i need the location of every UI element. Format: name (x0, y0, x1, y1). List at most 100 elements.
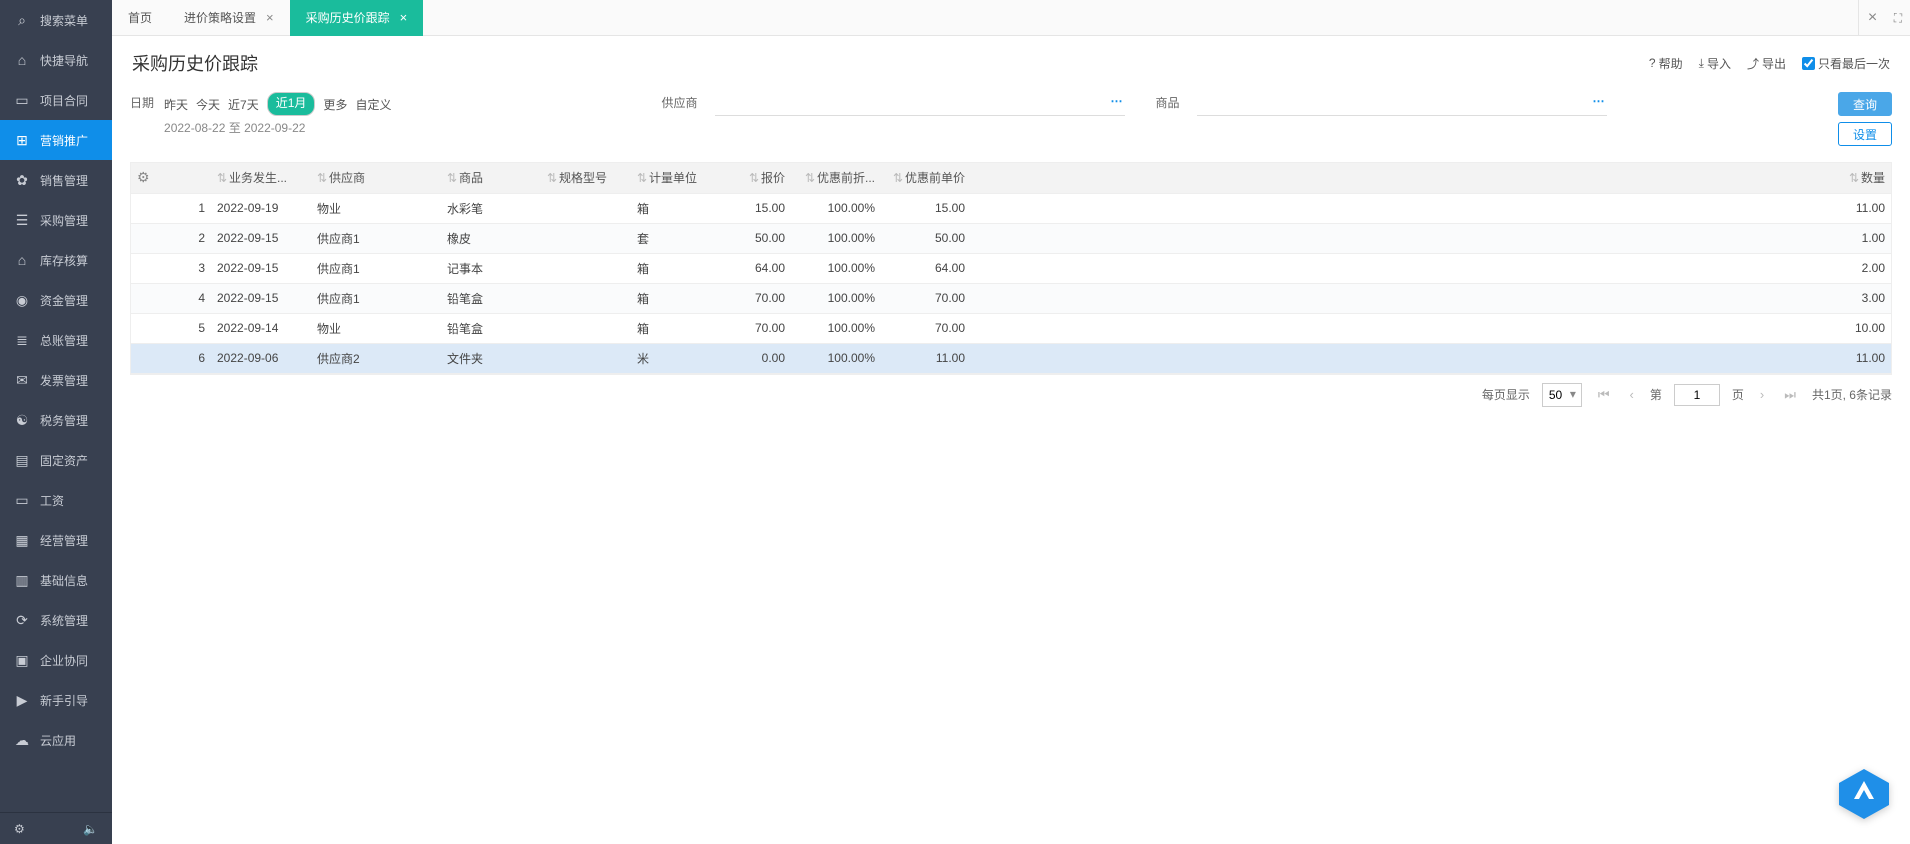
table-row[interactable]: 52022-09-14物业铅笔盒箱70.00100.00%70.0010.00 (131, 313, 1891, 343)
col-product[interactable]: ⇅商品 (441, 163, 541, 193)
sidebar-item-5[interactable]: ☰采购管理 (0, 200, 112, 240)
col-unit[interactable]: ⇅计量单位 (631, 163, 711, 193)
cell-unit: 箱 (631, 283, 711, 313)
col-price[interactable]: ⇅报价 (711, 163, 791, 193)
sort-icon[interactable]: ⇅ (317, 171, 325, 185)
table-settings-icon[interactable]: ⚙ (137, 169, 150, 185)
sound-icon[interactable]: 🔈 (83, 822, 98, 836)
cell-unit: 套 (631, 223, 711, 253)
fullscreen-icon[interactable]: ⛶ (1886, 0, 1910, 36)
only-last-checkbox[interactable]: 只看最后一次 (1802, 55, 1890, 72)
import-icon: ⤓ (1699, 56, 1704, 71)
sidebar-item-label: 固定资产 (40, 452, 88, 469)
col-gap[interactable] (971, 163, 1831, 193)
per-page-select[interactable]: 50 (1542, 383, 1582, 407)
sidebar-item-0[interactable]: ⌕搜索菜单 (0, 0, 112, 40)
page-input[interactable] (1674, 384, 1720, 406)
sidebar-item-1[interactable]: ⌂快捷导航 (0, 40, 112, 80)
sidebar-item-15[interactable]: ⟳系统管理 (0, 600, 112, 640)
cell-gap (971, 223, 1831, 253)
col-date[interactable]: ⇅业务发生... (211, 163, 311, 193)
cell-idx: 6 (171, 343, 211, 373)
date-option-1[interactable]: 今天 (196, 96, 220, 113)
sort-icon[interactable]: ⇅ (547, 171, 555, 185)
sidebar-item-11[interactable]: ▤固定资产 (0, 440, 112, 480)
sidebar-item-icon: ▶ (14, 692, 30, 708)
cell-gap (971, 193, 1831, 223)
table-row[interactable]: 42022-09-15供应商1铅笔盒箱70.00100.00%70.003.00 (131, 283, 1891, 313)
sidebar-item-10[interactable]: ☯税务管理 (0, 400, 112, 440)
cell-price: 0.00 (711, 343, 791, 373)
sidebar-item-13[interactable]: ▦经营管理 (0, 520, 112, 560)
export-link[interactable]: ⤴导出 (1747, 55, 1786, 72)
sidebar-item-17[interactable]: ▶新手引导 (0, 680, 112, 720)
sidebar-item-2[interactable]: ▭项目合同 (0, 80, 112, 120)
date-option-2[interactable]: 近7天 (228, 96, 259, 113)
sidebar-item-icon: ◉ (14, 292, 30, 308)
tab-2[interactable]: 采购历史价跟踪 (290, 0, 424, 36)
sidebar-item-4[interactable]: ✿销售管理 (0, 160, 112, 200)
page-next-icon[interactable]: › (1756, 387, 1768, 402)
col-gear[interactable]: ⚙ (131, 163, 171, 193)
date-option-0[interactable]: 昨天 (164, 96, 188, 113)
date-option-3[interactable]: 近1月 (267, 92, 316, 116)
col-uprice[interactable]: ⇅优惠前单价 (881, 163, 971, 193)
sort-icon[interactable]: ⇅ (217, 171, 225, 185)
page-last-icon[interactable]: ⏭ (1780, 387, 1800, 403)
tab-1[interactable]: 进价策略设置 (168, 0, 290, 36)
sidebar-item-6[interactable]: ⌂库存核算 (0, 240, 112, 280)
sidebar-item-icon: ☯ (14, 412, 30, 428)
cell-supplier: 物业 (311, 193, 441, 223)
date-option-5[interactable]: 自定义 (355, 96, 391, 113)
help-icon: ? (1649, 56, 1656, 70)
page-first-icon[interactable]: ⏮ (1594, 387, 1614, 403)
sidebar-item-16[interactable]: ▣企业协同 (0, 640, 112, 680)
sidebar-item-9[interactable]: ✉发票管理 (0, 360, 112, 400)
only-last-checkbox-input[interactable] (1802, 57, 1815, 70)
filter-product: 商品 ⋯ (1155, 92, 1607, 116)
sort-icon[interactable]: ⇅ (805, 171, 813, 185)
sidebar-item-12[interactable]: ▭工资 (0, 480, 112, 520)
settings-button[interactable]: 设置 (1838, 122, 1892, 146)
supplier-picker-icon[interactable]: ⋯ (1110, 94, 1123, 108)
table-row[interactable]: 12022-09-19物业水彩笔箱15.00100.00%15.0011.00 (131, 193, 1891, 223)
cell-disc: 100.00% (791, 343, 881, 373)
sort-icon[interactable]: ⇅ (637, 171, 645, 185)
product-picker-icon[interactable]: ⋯ (1592, 94, 1605, 108)
cell-product: 铅笔盒 (441, 283, 541, 313)
cell-product: 文件夹 (441, 343, 541, 373)
col-spec[interactable]: ⇅规格型号 (541, 163, 631, 193)
sort-icon[interactable]: ⇅ (749, 171, 757, 185)
cell-unit: 箱 (631, 193, 711, 223)
sidebar-item-7[interactable]: ◉资金管理 (0, 280, 112, 320)
sort-icon[interactable]: ⇅ (893, 171, 901, 185)
sort-icon[interactable]: ⇅ (1849, 171, 1857, 185)
sidebar-item-18[interactable]: ☁云应用 (0, 720, 112, 760)
filter-supplier-input[interactable] (715, 92, 1125, 116)
col-idx[interactable] (171, 163, 211, 193)
date-option-4[interactable]: 更多 (323, 96, 347, 113)
cell-spec (541, 343, 631, 373)
sidebar-item-8[interactable]: ≣总账管理 (0, 320, 112, 360)
cell-date: 2022-09-15 (211, 223, 311, 253)
tab-0[interactable]: 首页 (112, 0, 168, 36)
settings-gear-icon[interactable]: ⚙ (14, 822, 25, 836)
help-link[interactable]: ?帮助 (1649, 55, 1683, 72)
import-link[interactable]: ⤓导入 (1699, 55, 1731, 72)
table-row[interactable]: 32022-09-15供应商1记事本箱64.00100.00%64.002.00 (131, 253, 1891, 283)
page-prev-icon[interactable]: ‹ (1626, 387, 1638, 402)
filter-product-input[interactable] (1197, 92, 1607, 116)
assistant-badge[interactable] (1836, 766, 1892, 822)
query-button[interactable]: 查询 (1838, 92, 1892, 116)
cell-qty: 3.00 (1831, 283, 1891, 313)
tabs-close-all-icon[interactable]: × (1858, 0, 1886, 36)
table-row[interactable]: 62022-09-06供应商2文件夹米0.00100.00%11.0011.00 (131, 343, 1891, 373)
sort-icon[interactable]: ⇅ (447, 171, 455, 185)
sidebar-item-3[interactable]: ⊞营销推广 (0, 120, 112, 160)
col-disc[interactable]: ⇅优惠前折... (791, 163, 881, 193)
table-row[interactable]: 22022-09-15供应商1橡皮套50.00100.00%50.001.00 (131, 223, 1891, 253)
sidebar-item-label: 企业协同 (40, 652, 88, 669)
sidebar-item-14[interactable]: ▥基础信息 (0, 560, 112, 600)
col-supplier[interactable]: ⇅供应商 (311, 163, 441, 193)
col-qty[interactable]: ⇅数量 (1831, 163, 1891, 193)
